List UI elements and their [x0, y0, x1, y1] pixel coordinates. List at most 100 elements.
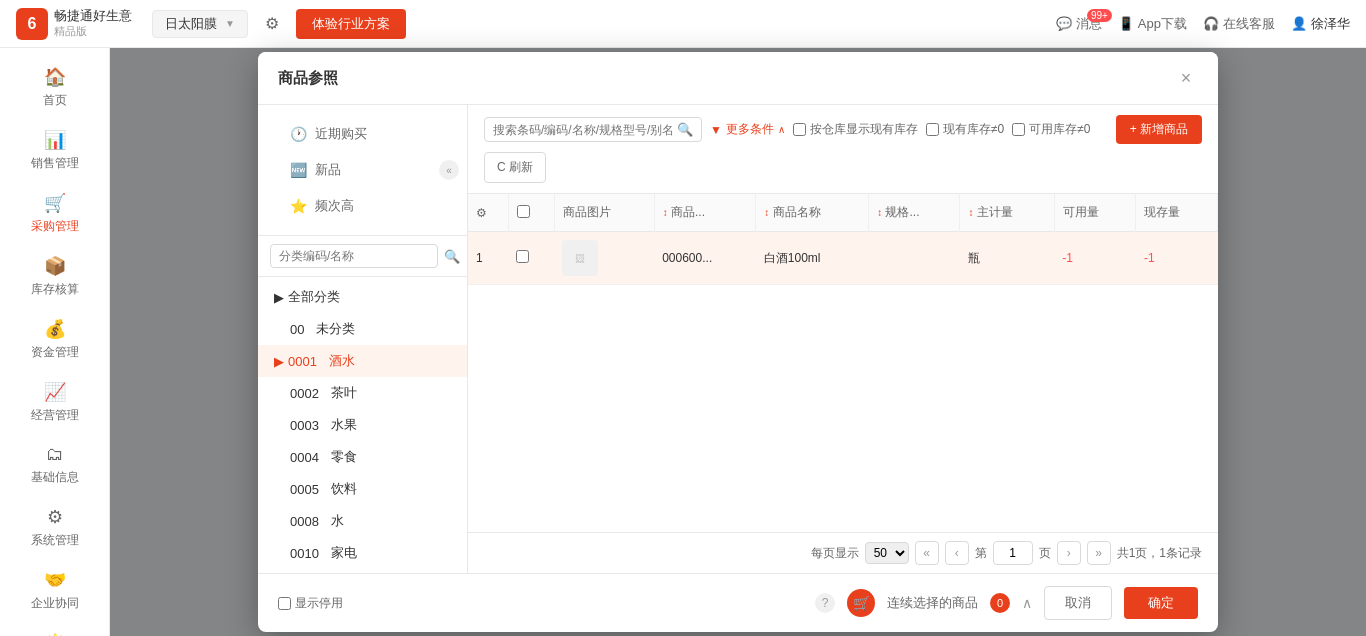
check-stock-input[interactable]	[793, 123, 806, 136]
nav-item-frequent[interactable]: ⭐ 频次高	[274, 189, 439, 223]
message-nav-item[interactable]: 💬 消息 99+	[1056, 15, 1102, 33]
category-item-snack[interactable]: 0004 零食	[258, 441, 467, 473]
modal-close-button[interactable]: ×	[1174, 66, 1198, 90]
modal-overlay: 商品参照 × 🕐 近期购买	[110, 48, 1366, 636]
category-tree: ▶ 全部分类 00 未分类 ▶ 0001	[258, 277, 467, 573]
show-disabled-checkbox[interactable]	[278, 597, 291, 610]
check-stock-label[interactable]: 按仓库显示现有库存	[793, 121, 918, 138]
cat-arrow-liquor: ▶	[274, 354, 284, 369]
row-name: 白酒100ml	[756, 232, 869, 285]
row-num: 1	[468, 232, 508, 285]
row-stock: -1	[1136, 232, 1218, 285]
th-unit[interactable]: ↕ 主计量	[960, 194, 1054, 232]
app-download-item[interactable]: 📱 App下载	[1118, 15, 1187, 33]
service-item[interactable]: 🎧 在线客服	[1203, 15, 1275, 33]
product-table-wrap: ⚙ 商品图片 ↕ 商品... ↕ 商品名称 ↕ 规格... ↕ 主计量 可用量	[468, 194, 1218, 532]
th-settings[interactable]: ⚙	[468, 194, 508, 232]
category-item-appliance[interactable]: 0010 家电	[258, 537, 467, 569]
nav-item-new[interactable]: 🆕 新品	[274, 153, 439, 187]
page-input[interactable]	[993, 541, 1033, 565]
filter-chevron-icon: ∧	[778, 124, 785, 135]
table-header-row: ⚙ 商品图片 ↕ 商品... ↕ 商品名称 ↕ 规格... ↕ 主计量 可用量	[468, 194, 1218, 232]
store-selector[interactable]: 日太阳膜 ▼	[152, 10, 248, 38]
settings-icon[interactable]: ⚙	[256, 8, 288, 40]
nav-item-recent[interactable]: 🕐 近期购买	[274, 117, 439, 151]
select-all-checkbox[interactable]	[517, 205, 530, 218]
user-item[interactable]: 👤 徐泽华	[1291, 15, 1350, 33]
left-panel-nav: 🕐 近期购买 🆕 新品 ⭐ 频次高	[258, 105, 467, 236]
category-item-uncategorized[interactable]: 00 未分类	[258, 313, 467, 345]
row-available: -1	[1054, 232, 1136, 285]
left-panel-collapse-button[interactable]: «	[439, 160, 459, 180]
th-name[interactable]: ↕ 商品名称	[756, 194, 869, 232]
chevron-down-icon: ▼	[225, 18, 235, 29]
sidebar-item-system[interactable]: ⚙ 系统管理	[0, 496, 109, 559]
sidebar-item-finance[interactable]: 💰 资金管理	[0, 308, 109, 371]
left-panel: 🕐 近期购买 🆕 新品 ⭐ 频次高	[258, 105, 468, 573]
headset-icon: 🎧	[1203, 16, 1219, 31]
category-search-input[interactable]	[270, 244, 438, 268]
per-page-select[interactable]: 50	[865, 542, 909, 564]
page-first-button[interactable]: «	[915, 541, 939, 565]
page-next-button[interactable]: ›	[1057, 541, 1081, 565]
help-icon[interactable]: ?	[815, 593, 835, 613]
sidebar-label-basic: 基础信息	[31, 469, 79, 486]
sidebar-item-basic[interactable]: 🗂 基础信息	[0, 434, 109, 496]
sidebar-label-finance: 资金管理	[31, 344, 79, 361]
category-item-liquor[interactable]: ▶ 0001 酒水	[258, 345, 467, 377]
cart-area: ? 🛒 连续选择的商品 0 ∧	[815, 589, 1032, 617]
show-disabled-label[interactable]: 显示停用	[278, 595, 343, 612]
modal-footer: 显示停用 ? 🛒 连续选择的商品 0 ∧ 取消 确定	[258, 573, 1218, 632]
th-available: 可用量	[1054, 194, 1136, 232]
sidebar-item-sales[interactable]: 📊 销售管理	[0, 119, 109, 182]
image-icon: 🖼	[575, 253, 585, 264]
category-item-all[interactable]: ▶ 全部分类	[258, 281, 467, 313]
category-item-tea[interactable]: 0002 茶叶	[258, 377, 467, 409]
refresh-button[interactable]: C 刷新	[484, 152, 546, 183]
product-search-input[interactable]	[493, 123, 673, 137]
cart-collapse-icon[interactable]: ∧	[1022, 595, 1032, 611]
finance-icon: 💰	[44, 318, 66, 340]
check-available-label[interactable]: 现有库存≠0	[926, 121, 1004, 138]
page-last-button[interactable]: »	[1087, 541, 1111, 565]
modal-title: 商品参照	[278, 69, 1174, 88]
category-search: 🔍	[258, 236, 467, 277]
sidebar-item-management[interactable]: 📈 经营管理	[0, 371, 109, 434]
add-product-button[interactable]: + 新增商品	[1116, 115, 1202, 144]
logo-area: 6 畅捷通好生意 精品版	[16, 8, 132, 40]
table-row[interactable]: 1 🖼 000600... 白酒100ml	[468, 232, 1218, 285]
category-search-icon[interactable]: 🔍	[444, 249, 460, 264]
trial-button[interactable]: 体验行业方案	[296, 9, 406, 39]
sidebar-item-purchase[interactable]: 🛒 采购管理	[0, 182, 109, 245]
category-item-beverage[interactable]: 0005 饮料	[258, 473, 467, 505]
logo-icon: 6	[16, 8, 48, 40]
filter-icon: ▼	[710, 123, 722, 137]
sidebar-item-home[interactable]: 🏠 首页	[0, 56, 109, 119]
check-usable-label[interactable]: 可用库存≠0	[1012, 121, 1090, 138]
frequent-icon: ⭐	[290, 198, 307, 214]
cart-label: 连续选择的商品	[887, 594, 978, 612]
cart-button[interactable]: 🛒	[847, 589, 875, 617]
row-select-checkbox[interactable]	[516, 250, 529, 263]
page-prev-button[interactable]: ‹	[945, 541, 969, 565]
filter-button[interactable]: ▼ 更多条件 ∧	[710, 121, 785, 138]
cancel-button[interactable]: 取消	[1044, 586, 1112, 620]
nav-right: 💬 消息 99+ 📱 App下载 🎧 在线客服 👤 徐泽华	[1056, 15, 1350, 33]
modal-header: 商品参照 ×	[258, 52, 1218, 105]
th-checkbox[interactable]	[508, 194, 554, 232]
sidebar-label-management: 经营管理	[31, 407, 79, 424]
product-table: ⚙ 商品图片 ↕ 商品... ↕ 商品名称 ↕ 规格... ↕ 主计量 可用量	[468, 194, 1218, 285]
sidebar-item-guide[interactable]: 🌟 新手引导	[0, 622, 109, 636]
check-available-input[interactable]	[926, 123, 939, 136]
sidebar-item-enterprise[interactable]: 🤝 企业协同	[0, 559, 109, 622]
th-spec[interactable]: ↕ 规格...	[869, 194, 960, 232]
th-code[interactable]: ↕ 商品...	[654, 194, 756, 232]
search-icon[interactable]: 🔍	[677, 122, 693, 137]
row-checkbox[interactable]	[508, 232, 554, 285]
category-item-water[interactable]: 0008 水	[258, 505, 467, 537]
confirm-button[interactable]: 确定	[1124, 587, 1198, 619]
check-usable-input[interactable]	[1012, 123, 1025, 136]
category-item-fruit[interactable]: 0003 水果	[258, 409, 467, 441]
page-suffix: 页	[1039, 545, 1051, 562]
sidebar-item-inventory[interactable]: 📦 库存核算	[0, 245, 109, 308]
